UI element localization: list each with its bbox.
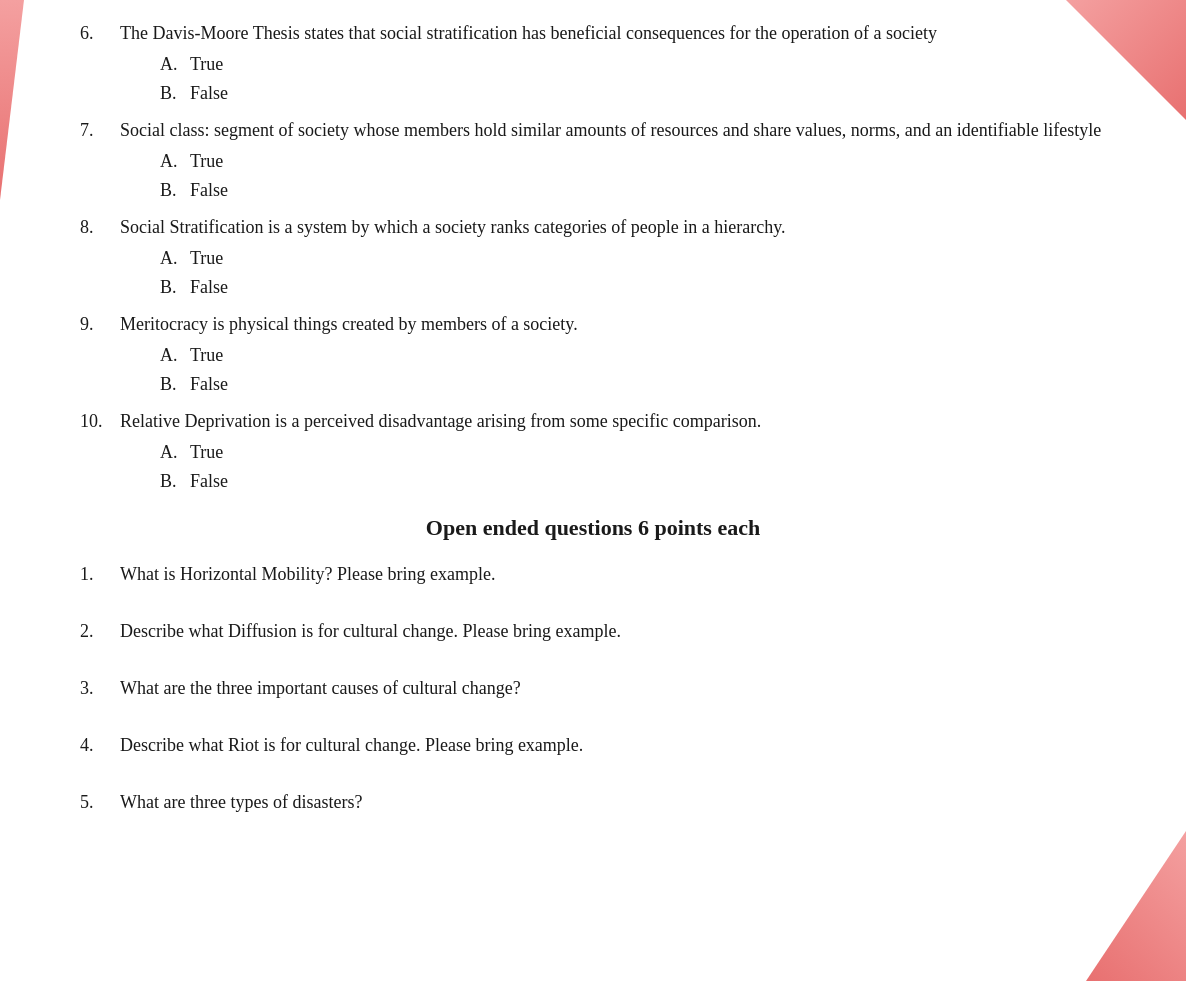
- question-body-4: Meritocracy is physical things created b…: [120, 311, 1106, 338]
- true-false-question-2: 7.Social class: segment of society whose…: [80, 117, 1106, 204]
- option-1-2[interactable]: B.False: [160, 80, 1106, 107]
- question-number-1: 6.: [80, 20, 120, 47]
- option-text-4-1: True: [190, 342, 223, 369]
- question-body-5: Relative Deprivation is a perceived disa…: [120, 408, 1106, 435]
- option-text-2-1: True: [190, 148, 223, 175]
- open-questions-section: 1.What is Horizontal Mobility? Please br…: [80, 561, 1106, 816]
- true-false-section: 6.The Davis-Moore Thesis states that soc…: [80, 20, 1106, 495]
- option-3-1[interactable]: A.True: [160, 245, 1106, 272]
- true-false-question-1: 6.The Davis-Moore Thesis states that soc…: [80, 20, 1106, 107]
- option-letter-4-1: A.: [160, 342, 190, 369]
- option-text-2-2: False: [190, 177, 228, 204]
- option-2-2[interactable]: B.False: [160, 177, 1106, 204]
- open-question-1: 1.What is Horizontal Mobility? Please br…: [80, 561, 1106, 588]
- open-question-body-4: Describe what Riot is for cultural chang…: [120, 732, 583, 759]
- option-letter-5-1: A.: [160, 439, 190, 466]
- true-false-question-5: 10.Relative Deprivation is a perceived d…: [80, 408, 1106, 495]
- option-text-5-1: True: [190, 439, 223, 466]
- option-letter-1-1: A.: [160, 51, 190, 78]
- option-letter-3-1: A.: [160, 245, 190, 272]
- option-2-1[interactable]: A.True: [160, 148, 1106, 175]
- question-number-3: 8.: [80, 214, 120, 241]
- open-question-body-1: What is Horizontal Mobility? Please brin…: [120, 561, 495, 588]
- option-letter-4-2: B.: [160, 371, 190, 398]
- option-text-5-2: False: [190, 468, 228, 495]
- option-letter-5-2: B.: [160, 468, 190, 495]
- option-letter-1-2: B.: [160, 80, 190, 107]
- open-question-2: 2.Describe what Diffusion is for cultura…: [80, 618, 1106, 645]
- open-question-5: 5.What are three types of disasters?: [80, 789, 1106, 816]
- option-text-4-2: False: [190, 371, 228, 398]
- question-number-4: 9.: [80, 311, 120, 338]
- option-4-1[interactable]: A.True: [160, 342, 1106, 369]
- open-question-number-5: 5.: [80, 789, 120, 816]
- open-question-4: 4.Describe what Riot is for cultural cha…: [80, 732, 1106, 759]
- option-text-3-2: False: [190, 274, 228, 301]
- option-5-2[interactable]: B.False: [160, 468, 1106, 495]
- open-question-body-3: What are the three important causes of c…: [120, 675, 521, 702]
- open-question-number-3: 3.: [80, 675, 120, 702]
- option-letter-2-2: B.: [160, 177, 190, 204]
- open-question-3: 3.What are the three important causes of…: [80, 675, 1106, 702]
- question-body-1: The Davis-Moore Thesis states that socia…: [120, 20, 1106, 47]
- open-question-number-2: 2.: [80, 618, 120, 645]
- open-question-number-1: 1.: [80, 561, 120, 588]
- option-1-1[interactable]: A.True: [160, 51, 1106, 78]
- main-content: 6.The Davis-Moore Thesis states that soc…: [0, 0, 1186, 886]
- option-5-1[interactable]: A.True: [160, 439, 1106, 466]
- question-body-2: Social class: segment of society whose m…: [120, 117, 1106, 144]
- option-3-2[interactable]: B.False: [160, 274, 1106, 301]
- section-header: Open ended questions 6 points each: [80, 515, 1106, 541]
- question-body-3: Social Stratification is a system by whi…: [120, 214, 1106, 241]
- option-letter-3-2: B.: [160, 274, 190, 301]
- option-4-2[interactable]: B.False: [160, 371, 1106, 398]
- option-text-1-1: True: [190, 51, 223, 78]
- option-text-1-2: False: [190, 80, 228, 107]
- question-number-5: 10.: [80, 408, 120, 435]
- open-question-body-2: Describe what Diffusion is for cultural …: [120, 618, 621, 645]
- open-question-number-4: 4.: [80, 732, 120, 759]
- question-number-2: 7.: [80, 117, 120, 144]
- option-text-3-1: True: [190, 245, 223, 272]
- option-letter-2-1: A.: [160, 148, 190, 175]
- true-false-question-4: 9.Meritocracy is physical things created…: [80, 311, 1106, 398]
- open-question-body-5: What are three types of disasters?: [120, 789, 362, 816]
- true-false-question-3: 8.Social Stratification is a system by w…: [80, 214, 1106, 301]
